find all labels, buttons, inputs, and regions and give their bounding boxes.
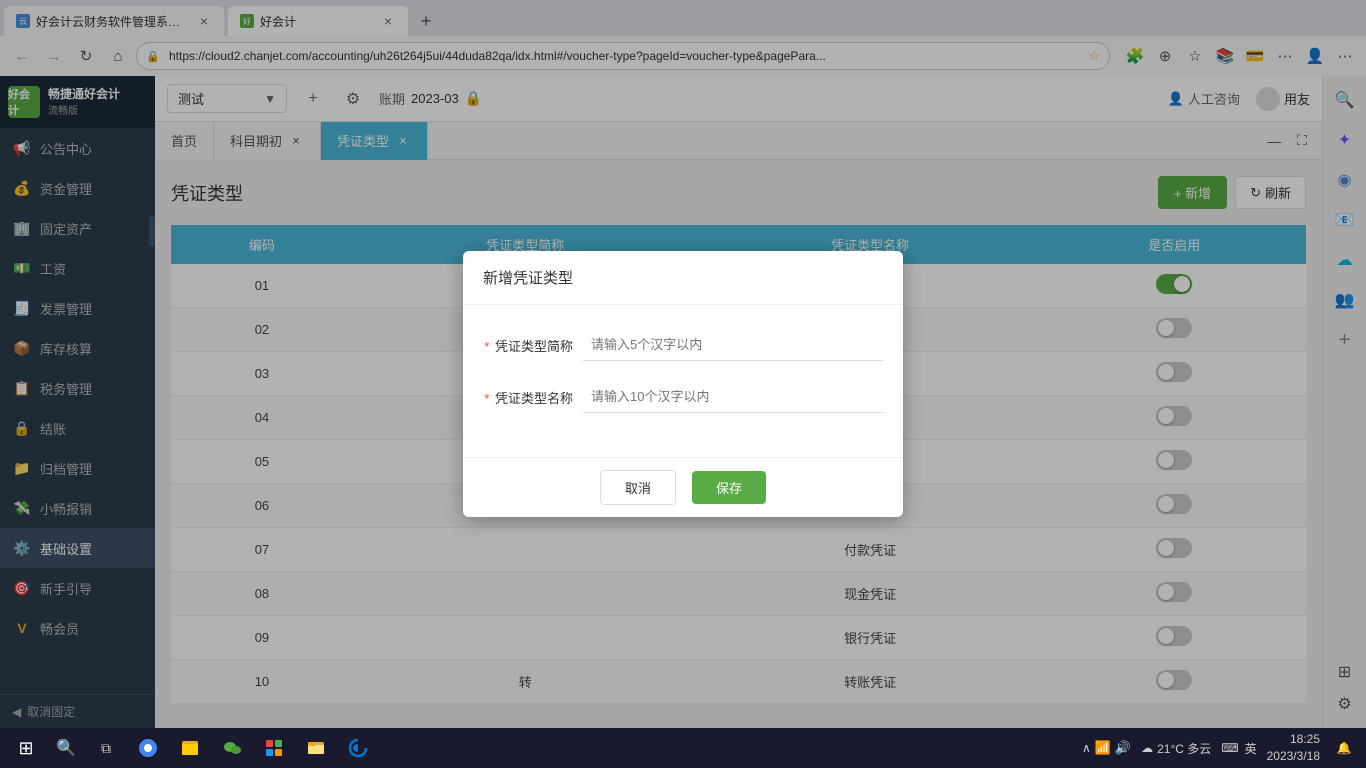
taskbar: ⊞ 🔍 ⧉ ∧ 📶 🔊 ☁ 21°C 多云 ⌨ 英 18:25 202 [0,728,1366,768]
dialog-footer: 取消 保存 [463,457,903,517]
taskbar-weather[interactable]: ☁ 21°C 多云 [1141,740,1211,757]
new-voucher-type-dialog: 新增凭证类型 * 凭证类型简称 * 凭证类型名称 取消 保存 [463,251,903,517]
notification-button[interactable]: 🔔 [1330,734,1358,762]
wifi-icon[interactable]: 📶 [1095,740,1111,756]
taskbar-system-icons: ∧ 📶 🔊 [1082,740,1131,756]
form-row-name: * 凭证类型名称 [483,381,883,413]
taskbar-app-explorer[interactable] [298,730,334,766]
taskbar-right: ∧ 📶 🔊 ☁ 21°C 多云 ⌨ 英 18:25 2023/3/18 🔔 [1082,731,1358,765]
taskbar-app-wechat[interactable] [214,730,250,766]
taskbar-search-button[interactable]: 🔍 [50,732,82,764]
taskbar-app-files[interactable] [172,730,208,766]
taskbar-time[interactable]: 18:25 2023/3/18 [1267,731,1320,765]
dialog-overlay: 新增凭证类型 * 凭证类型简称 * 凭证类型名称 取消 保存 [0,0,1366,768]
lang-icon[interactable]: 英 [1245,740,1257,757]
voucher-short-input[interactable] [583,329,883,361]
start-button[interactable]: ⊞ [8,730,44,766]
volume-icon[interactable]: 🔊 [1115,740,1131,756]
cancel-button[interactable]: 取消 [600,470,676,505]
form-label-short: * 凭证类型简称 [483,336,583,355]
voucher-name-input[interactable] [583,381,883,413]
keyboard-icon: ⌨ [1221,741,1238,755]
chevron-up-icon[interactable]: ∧ [1082,741,1091,755]
taskbar-app-chrome[interactable] [130,730,166,766]
form-row-short: * 凭证类型简称 [483,329,883,361]
taskbar-app-edge[interactable] [340,730,376,766]
taskbar-app-taskview[interactable]: ⧉ [88,730,124,766]
weather-icon: ☁ [1141,741,1153,755]
form-label-name: * 凭证类型名称 [483,388,583,407]
save-button[interactable]: 保存 [692,471,766,504]
dialog-body: * 凭证类型简称 * 凭证类型名称 [463,305,903,457]
taskbar-app-store[interactable] [256,730,292,766]
dialog-header: 新增凭证类型 [463,251,903,305]
taskbar-input-icons: ⌨ 英 [1221,740,1256,757]
